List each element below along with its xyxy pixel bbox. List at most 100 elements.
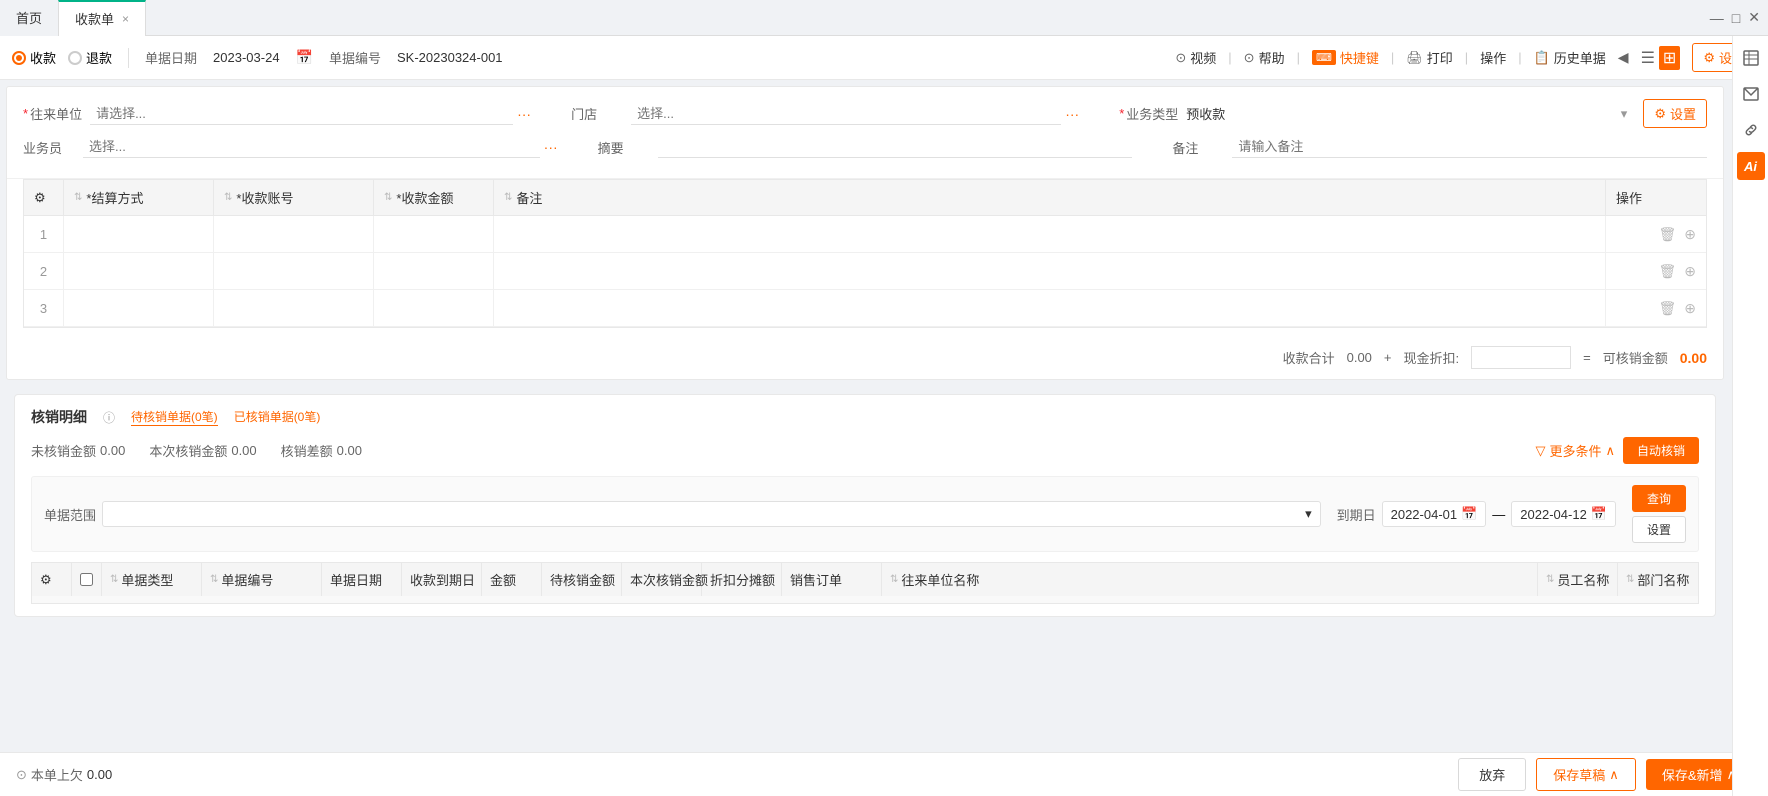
reconcile-info-icon[interactable]: ⓘ: [103, 409, 115, 426]
discount-input[interactable]: [1471, 346, 1571, 369]
row-1-copy-icon[interactable]: ⊕: [1684, 226, 1696, 243]
bth-sales-order-label: 销售订单: [790, 570, 842, 589]
sidebar-email-icon[interactable]: [1737, 80, 1765, 108]
summary-label: 摘要: [598, 138, 658, 157]
toolbar-divider-1: [128, 48, 129, 68]
date-from-value: 2022-04-01: [1391, 507, 1458, 522]
row-1-settlement[interactable]: [64, 216, 214, 252]
date-value[interactable]: 2023-03-24: [213, 50, 280, 65]
row-2-account[interactable]: [214, 253, 374, 289]
operation-btn[interactable]: 操作: [1480, 48, 1506, 67]
maximize-icon[interactable]: □: [1732, 10, 1740, 26]
th-amount: ⇅ *收款金额: [374, 180, 494, 215]
th-remark: ⇅ 备注: [494, 180, 1606, 215]
grid-view-icon[interactable]: ⊞: [1659, 46, 1680, 70]
bottom-scroll-area[interactable]: [31, 596, 1699, 604]
row-1-remark[interactable]: [494, 216, 1606, 252]
date-to-input[interactable]: 2022-04-12 📅: [1511, 501, 1616, 527]
settings-gear-icon: ⚙: [1703, 50, 1715, 66]
print-btn[interactable]: 🖨 打印: [1406, 48, 1453, 67]
pending-tab[interactable]: 待核销单据(0笔): [131, 408, 218, 426]
summary-input[interactable]: [658, 136, 1133, 158]
row-1-delete-icon[interactable]: 🗑: [1658, 226, 1676, 243]
due-date-filter: 到期日 2022-04-01 📅 — 2022-04-12 📅: [1337, 501, 1616, 527]
radio-refund[interactable]: 退款: [68, 48, 112, 67]
view-icons: ☰ ⊞: [1641, 46, 1681, 70]
row-2-settlement[interactable]: [64, 253, 214, 289]
row-2-copy-icon[interactable]: ⊕: [1684, 263, 1696, 280]
form-section-1: * 往来单位 ··· 门店 ··· * 业务类型 预收款: [7, 87, 1723, 179]
query-btn[interactable]: 查询: [1632, 485, 1686, 512]
form-settings-button[interactable]: ⚙ 设置: [1643, 99, 1707, 128]
this-order-icon: ⊙: [16, 767, 27, 783]
staff-input[interactable]: [83, 136, 540, 158]
row-3-amount[interactable]: [374, 290, 494, 326]
radio-receipt-dot: [12, 51, 26, 65]
range-select[interactable]: ▾: [102, 501, 1321, 527]
tab-receipt[interactable]: 收款单 ×: [58, 0, 146, 36]
right-sidebar: Ai: [1732, 36, 1768, 796]
partner-ellipsis[interactable]: ···: [517, 106, 531, 122]
equal-sign: =: [1583, 350, 1591, 365]
window-close-icon[interactable]: ✕: [1748, 9, 1760, 26]
th-settlement-label: *结算方式: [86, 188, 143, 207]
more-conditions-btn[interactable]: ▽ 更多条件 ∧: [1535, 441, 1615, 460]
sidebar-ai-icon[interactable]: Ai: [1737, 152, 1765, 180]
filter-settings-btn[interactable]: 设置: [1632, 516, 1686, 543]
help-icon: ⊙: [1244, 50, 1255, 66]
store-input[interactable]: [631, 103, 1061, 125]
video-btn[interactable]: ⊙ 视频: [1175, 48, 1216, 67]
summary-row: 收款合计 0.00 + 现金折扣: = 可核销金额 0.00: [7, 336, 1723, 379]
tab-bar-right: — □ ✕: [1710, 9, 1768, 26]
shortcut-btn[interactable]: ⌨ 快捷键: [1312, 48, 1379, 67]
row-1-amount[interactable]: [374, 216, 494, 252]
partner-input[interactable]: [90, 103, 513, 125]
th-operation-label: 操作: [1616, 188, 1642, 207]
store-ellipsis[interactable]: ···: [1065, 106, 1079, 122]
sidebar-table-icon[interactable]: [1737, 44, 1765, 72]
staff-ellipsis[interactable]: ···: [544, 139, 558, 155]
draft-label: 保存草稿: [1553, 765, 1605, 784]
bth-discount: 折扣分摊额: [702, 563, 782, 596]
remark-field: 备注: [1172, 136, 1707, 158]
row-2-amount[interactable]: [374, 253, 494, 289]
row-3-delete-icon[interactable]: 🗑: [1658, 300, 1676, 317]
date-from-input[interactable]: 2022-04-01 📅: [1382, 501, 1487, 527]
help-btn[interactable]: ⊙ 帮助: [1244, 48, 1285, 67]
th-settings[interactable]: ⚙: [24, 180, 64, 215]
list-view-icon[interactable]: ☰: [1641, 48, 1655, 68]
row-3-remark[interactable]: [494, 290, 1606, 326]
tab-home[interactable]: 首页: [0, 0, 58, 36]
auto-reconcile-btn[interactable]: 自动核销: [1623, 437, 1699, 464]
th-operation: 操作: [1606, 180, 1706, 215]
tab-close-icon[interactable]: ×: [122, 12, 129, 26]
radio-receipt[interactable]: 收款: [12, 48, 56, 67]
row-2-delete-icon[interactable]: 🗑: [1658, 263, 1676, 280]
print-icon: 🖨: [1406, 50, 1423, 66]
row-1-account[interactable]: [214, 216, 374, 252]
select-all-checkbox[interactable]: [80, 573, 93, 586]
history-btn[interactable]: 📋 历史单据: [1534, 48, 1606, 67]
radio-refund-dot: [68, 51, 82, 65]
remark-input[interactable]: [1232, 136, 1707, 158]
abandon-btn[interactable]: 放弃: [1458, 758, 1526, 791]
row-3-copy-icon[interactable]: ⊕: [1684, 300, 1696, 317]
range-filter: 单据范围 ▾: [44, 501, 1321, 527]
prev-arrow[interactable]: ◀: [1618, 49, 1629, 66]
bth-settings[interactable]: ⚙: [32, 563, 72, 596]
bth-checkbox[interactable]: [72, 563, 102, 596]
row-2-remark[interactable]: [494, 253, 1606, 289]
row-3-settlement[interactable]: [64, 290, 214, 326]
draft-btn[interactable]: 保存草稿 ∧: [1536, 758, 1636, 791]
row-3-account[interactable]: [214, 290, 374, 326]
done-tab[interactable]: 已核销单据(0笔): [234, 408, 321, 426]
sidebar-link-icon[interactable]: [1737, 116, 1765, 144]
current-stat: 本次核销金额 0.00: [149, 441, 256, 460]
bth-settings-icon: ⚙: [40, 572, 52, 588]
video-icon: ⊙: [1175, 50, 1186, 66]
tab-home-label: 首页: [16, 8, 42, 27]
calendar-icon[interactable]: 📅: [296, 49, 313, 66]
business-type-select[interactable]: 预收款 ▾: [1186, 104, 1627, 123]
minimize-icon[interactable]: —: [1710, 10, 1724, 26]
unchecked-label: 未核销金额: [31, 441, 96, 460]
